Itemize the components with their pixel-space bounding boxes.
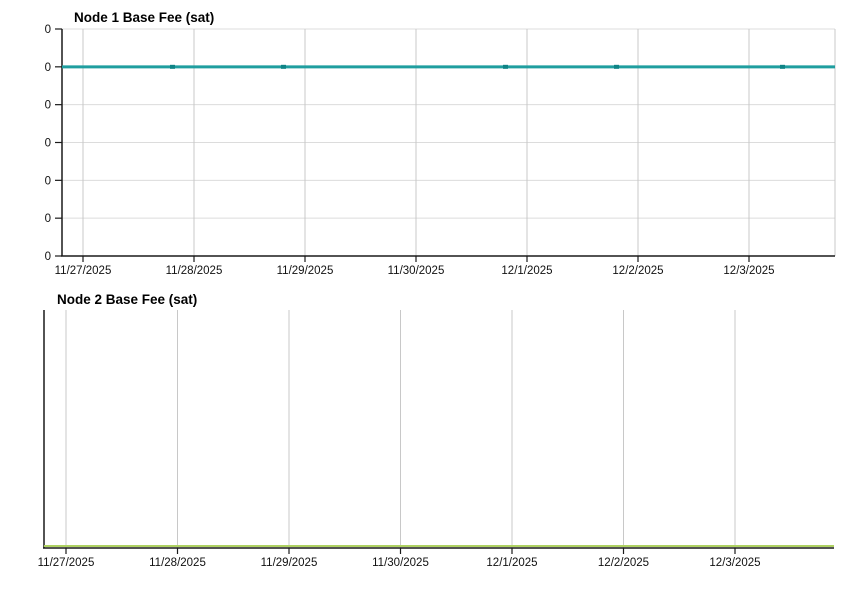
x-tick-label: 12/3/2025 — [723, 265, 774, 277]
data-point-marker — [614, 65, 619, 69]
x-tick-label: 11/27/2025 — [38, 557, 95, 569]
y-tick-label: 0 — [45, 175, 51, 187]
fee-charts-figure: Node 1 Base Fee (sat) 0 0 0 0 0 0 0 11/27/2025 1… — [0, 0, 860, 600]
data-point-marker — [170, 65, 175, 69]
y-tick-label: 0 — [45, 24, 51, 36]
x-tick-label: 11/28/2025 — [166, 265, 223, 277]
data-point-marker — [503, 65, 508, 69]
y-tick-label: 0 — [45, 138, 51, 150]
x-tick-label: 11/28/2025 — [149, 557, 206, 569]
node1-chart-title: Node 1 Base Fee (sat) — [74, 10, 214, 25]
y-tick-label: 0 — [45, 62, 51, 74]
x-tick-label: 11/30/2025 — [372, 557, 429, 569]
node2-base-fee-chart: Node 2 Base Fee (sat) 11/27/2025 11/28/20… — [38, 292, 834, 569]
y-tick-label: 0 — [45, 100, 51, 112]
node2-chart-title: Node 2 Base Fee (sat) — [57, 292, 197, 307]
x-tick-label: 11/30/2025 — [388, 265, 445, 277]
x-tick-label: 12/1/2025 — [486, 557, 537, 569]
x-tick-label: 11/27/2025 — [55, 265, 112, 277]
x-tick-label: 12/3/2025 — [709, 557, 760, 569]
node1-base-fee-chart: Node 1 Base Fee (sat) 0 0 0 0 0 0 0 11/27/2025 1… — [45, 10, 835, 277]
x-tick-label: 12/2/2025 — [598, 557, 649, 569]
x-tick-label: 12/1/2025 — [501, 265, 552, 277]
data-point-marker — [281, 65, 286, 69]
y-tick-label: 0 — [45, 251, 51, 263]
x-tick-label: 11/29/2025 — [261, 557, 318, 569]
x-tick-label: 11/29/2025 — [277, 265, 334, 277]
base-fee-dashboard: Node 1 Base Fee (sat) 0 0 0 0 0 0 0 11/27/2025 1… — [0, 0, 860, 600]
x-tick-label: 12/2/2025 — [612, 265, 663, 277]
y-tick-label: 0 — [45, 213, 51, 225]
data-point-marker — [780, 65, 785, 69]
